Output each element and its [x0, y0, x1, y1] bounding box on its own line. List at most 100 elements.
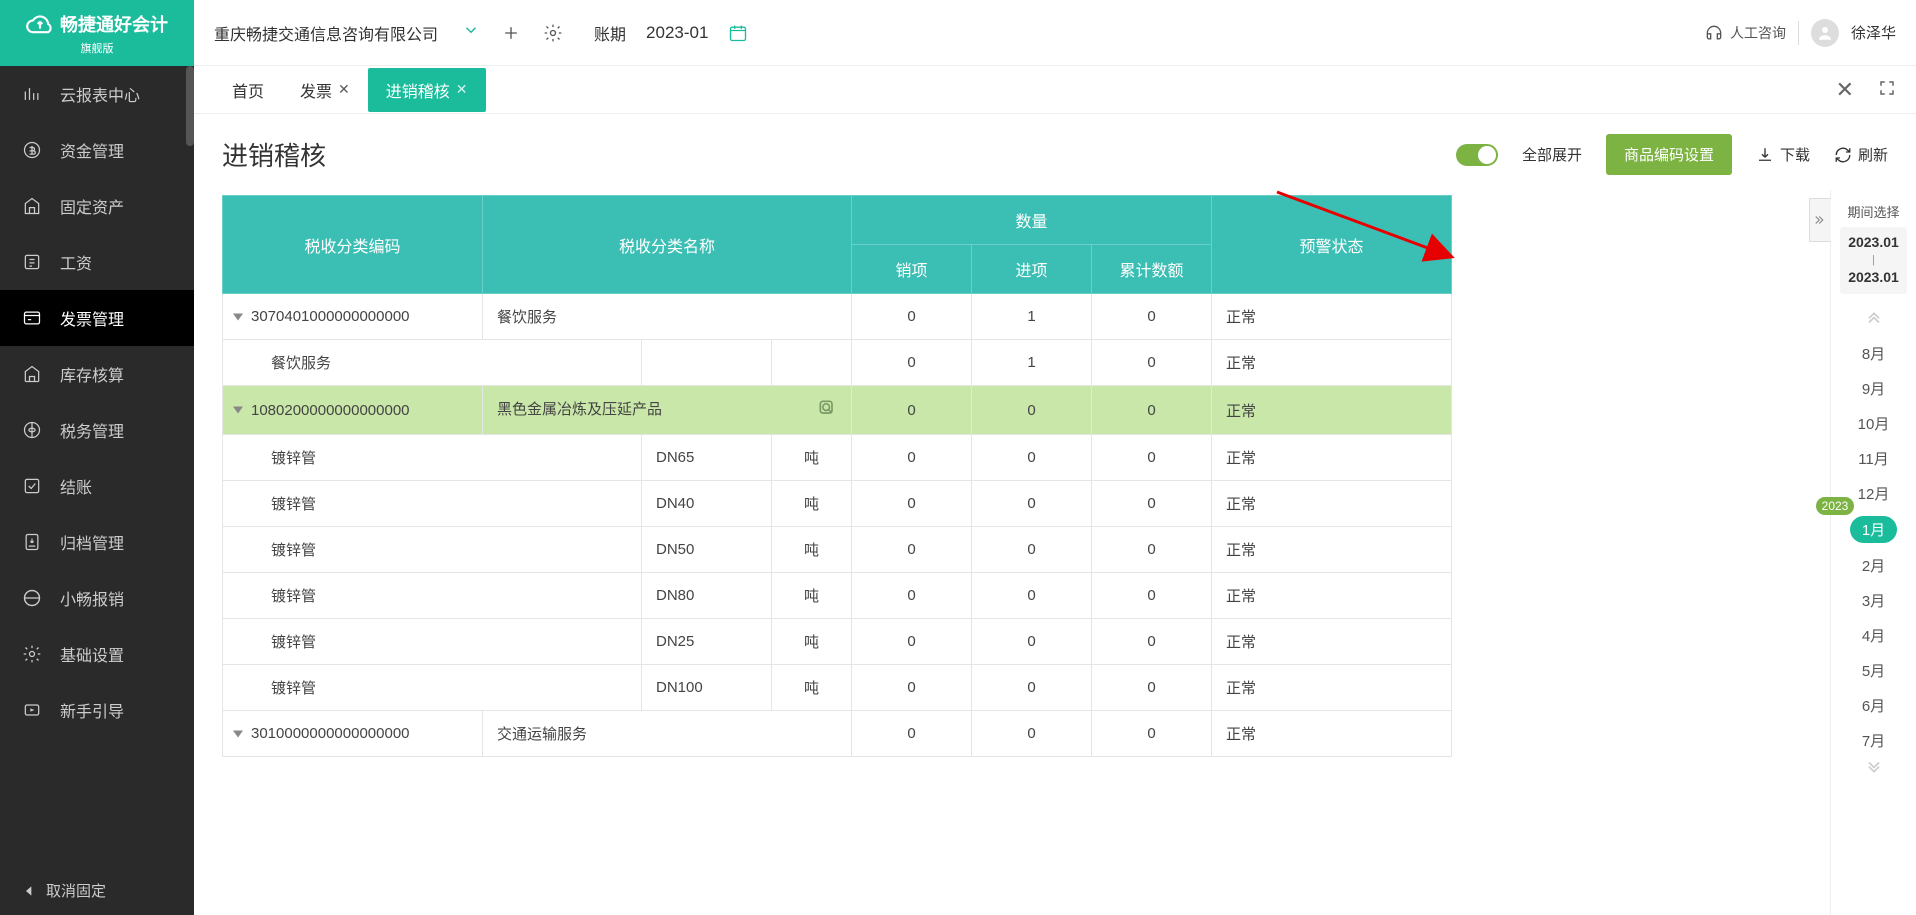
sidebar-icon-1	[22, 140, 42, 160]
tab-0[interactable]: 首页	[214, 68, 282, 112]
tab-close-icon[interactable]: ✕	[338, 81, 350, 98]
fullscreen-icon[interactable]	[1878, 79, 1896, 100]
search-icon[interactable]	[817, 398, 837, 422]
sidebar-item-label: 小畅报销	[60, 586, 124, 610]
month-item[interactable]: 1月	[1850, 516, 1897, 543]
col-in: 进项	[972, 245, 1092, 294]
tab-1[interactable]: 发票✕	[282, 68, 368, 112]
table-row[interactable]: 镀锌管DN65吨000正常	[223, 435, 1452, 481]
cloud-upload-icon	[26, 10, 54, 38]
gear-icon[interactable]	[542, 22, 564, 44]
col-acc: 累计数额	[1092, 245, 1212, 294]
date-panel: 期间选择 2023.01 | 2023.01 2023 8月9月10月11月12…	[1830, 190, 1916, 915]
date-range[interactable]: 2023.01 | 2023.01	[1840, 227, 1907, 294]
sidebar-icon-7	[22, 476, 42, 496]
chevron-down-icon	[462, 21, 480, 44]
col-code: 税收分类编码	[223, 196, 483, 294]
sidebar-item-label: 结账	[60, 474, 92, 498]
table-row[interactable]: 3070401000000000000餐饮服务010正常	[223, 294, 1452, 340]
refresh-button[interactable]: 刷新	[1834, 144, 1888, 165]
table-row[interactable]: 镀锌管DN100吨000正常	[223, 665, 1452, 711]
expand-toggle-icon[interactable]	[233, 407, 243, 414]
month-item[interactable]: 11月	[1848, 446, 1899, 471]
download-button[interactable]: 下载	[1756, 144, 1810, 165]
divider	[1798, 21, 1799, 45]
sidebar-item-9[interactable]: 小畅报销	[0, 570, 194, 626]
expand-all-toggle[interactable]	[1456, 144, 1498, 166]
close-all-tabs[interactable]: ✕	[1828, 73, 1862, 107]
date-panel-title: 期间选择	[1847, 202, 1899, 221]
month-scroll-up[interactable]	[1862, 308, 1886, 335]
sidebar-item-8[interactable]: 归档管理	[0, 514, 194, 570]
period-label: 账期	[594, 21, 626, 45]
sidebar-item-label: 基础设置	[60, 642, 124, 666]
sidebar-icon-5	[22, 364, 42, 384]
month-item[interactable]: 10月	[1848, 411, 1900, 436]
table-row[interactable]: 1080200000000000000黑色金属冶炼及压延产品000正常	[223, 386, 1452, 435]
sidebar-item-10[interactable]: 基础设置	[0, 626, 194, 682]
month-item[interactable]: 9月	[1852, 376, 1895, 401]
sidebar-item-0[interactable]: 云报表中心	[0, 66, 194, 122]
support-label: 人工咨询	[1730, 23, 1786, 43]
table-row[interactable]: 镀锌管DN80吨000正常	[223, 573, 1452, 619]
product-code-settings-button[interactable]: 商品编码设置	[1606, 134, 1732, 175]
sidebar-icon-11	[22, 700, 42, 720]
month-item[interactable]: 2月	[1852, 553, 1895, 578]
topbar: 重庆畅捷交通信息咨询有限公司 账期 2023-01 人工咨询 徐泽华	[194, 0, 1916, 66]
month-item[interactable]: 5月	[1852, 658, 1895, 683]
sidebar-scrollbar[interactable]	[186, 66, 194, 146]
expand-all-label: 全部展开	[1522, 144, 1582, 165]
sidebar-item-6[interactable]: 税务管理	[0, 402, 194, 458]
sidebar-item-5[interactable]: 库存核算	[0, 346, 194, 402]
period-value: 2023-01	[646, 23, 708, 43]
col-name: 税收分类名称	[483, 196, 852, 294]
month-item[interactable]: 12月	[1848, 481, 1900, 506]
page-title: 进销稽核	[222, 136, 326, 173]
username[interactable]: 徐泽华	[1851, 22, 1896, 43]
col-out: 销项	[852, 245, 972, 294]
month-item[interactable]: 7月	[1852, 728, 1895, 753]
table-row[interactable]: 镀锌管DN25吨000正常	[223, 619, 1452, 665]
sidebar-icon-3	[22, 252, 42, 272]
year-badge: 2023	[1816, 497, 1855, 515]
sidebar-item-4[interactable]: 发票管理	[0, 290, 194, 346]
sidebar-item-label: 税务管理	[60, 418, 124, 442]
month-item[interactable]: 6月	[1852, 693, 1895, 718]
month-scroll-down[interactable]	[1862, 753, 1886, 780]
table-row[interactable]: 餐饮服务010正常	[223, 340, 1452, 386]
sidebar-item-3[interactable]: 工资	[0, 234, 194, 290]
support-link[interactable]: 人工咨询	[1704, 23, 1786, 43]
table-row[interactable]: 3010000000000000000交通运输服务000正常	[223, 711, 1452, 757]
expand-toggle-icon[interactable]	[233, 313, 243, 320]
sidebar-item-11[interactable]: 新手引导	[0, 682, 194, 738]
date-panel-collapse[interactable]	[1809, 198, 1831, 242]
logo-edition: 旗舰版	[81, 40, 114, 56]
sidebar-unpin-label: 取消固定	[46, 880, 106, 901]
calendar-icon[interactable]	[728, 23, 748, 43]
sidebar-icon-6	[22, 420, 42, 440]
col-status: 预警状态	[1212, 196, 1452, 294]
company-selector[interactable]: 重庆畅捷交通信息咨询有限公司	[214, 21, 480, 45]
month-item[interactable]: 8月	[1852, 341, 1895, 366]
table-row[interactable]: 镀锌管DN50吨000正常	[223, 527, 1452, 573]
logo[interactable]: 畅捷通好会计 旗舰版	[0, 0, 194, 66]
month-item[interactable]: 3月	[1852, 588, 1895, 613]
sidebar-item-label: 资金管理	[60, 138, 124, 162]
month-item[interactable]: 4月	[1852, 623, 1895, 648]
sidebar-icon-2	[22, 196, 42, 216]
tab-close-icon[interactable]: ✕	[456, 81, 468, 98]
sidebar-unpin[interactable]: 取消固定	[0, 866, 194, 915]
avatar[interactable]	[1811, 19, 1839, 47]
tab-2[interactable]: 进销稽核✕	[368, 68, 486, 112]
sidebar-item-label: 新手引导	[60, 698, 124, 722]
sidebar-item-2[interactable]: 固定资产	[0, 178, 194, 234]
sidebar-item-label: 固定资产	[60, 194, 124, 218]
add-icon[interactable]	[500, 22, 522, 44]
sidebar-item-1[interactable]: 资金管理	[0, 122, 194, 178]
col-qty-group: 数量	[852, 196, 1212, 245]
sidebar-item-label: 发票管理	[60, 306, 124, 330]
tabbar: 首页发票✕进销稽核✕ ✕	[194, 66, 1916, 114]
sidebar-item-7[interactable]: 结账	[0, 458, 194, 514]
table-row[interactable]: 镀锌管DN40吨000正常	[223, 481, 1452, 527]
expand-toggle-icon[interactable]	[233, 730, 243, 737]
